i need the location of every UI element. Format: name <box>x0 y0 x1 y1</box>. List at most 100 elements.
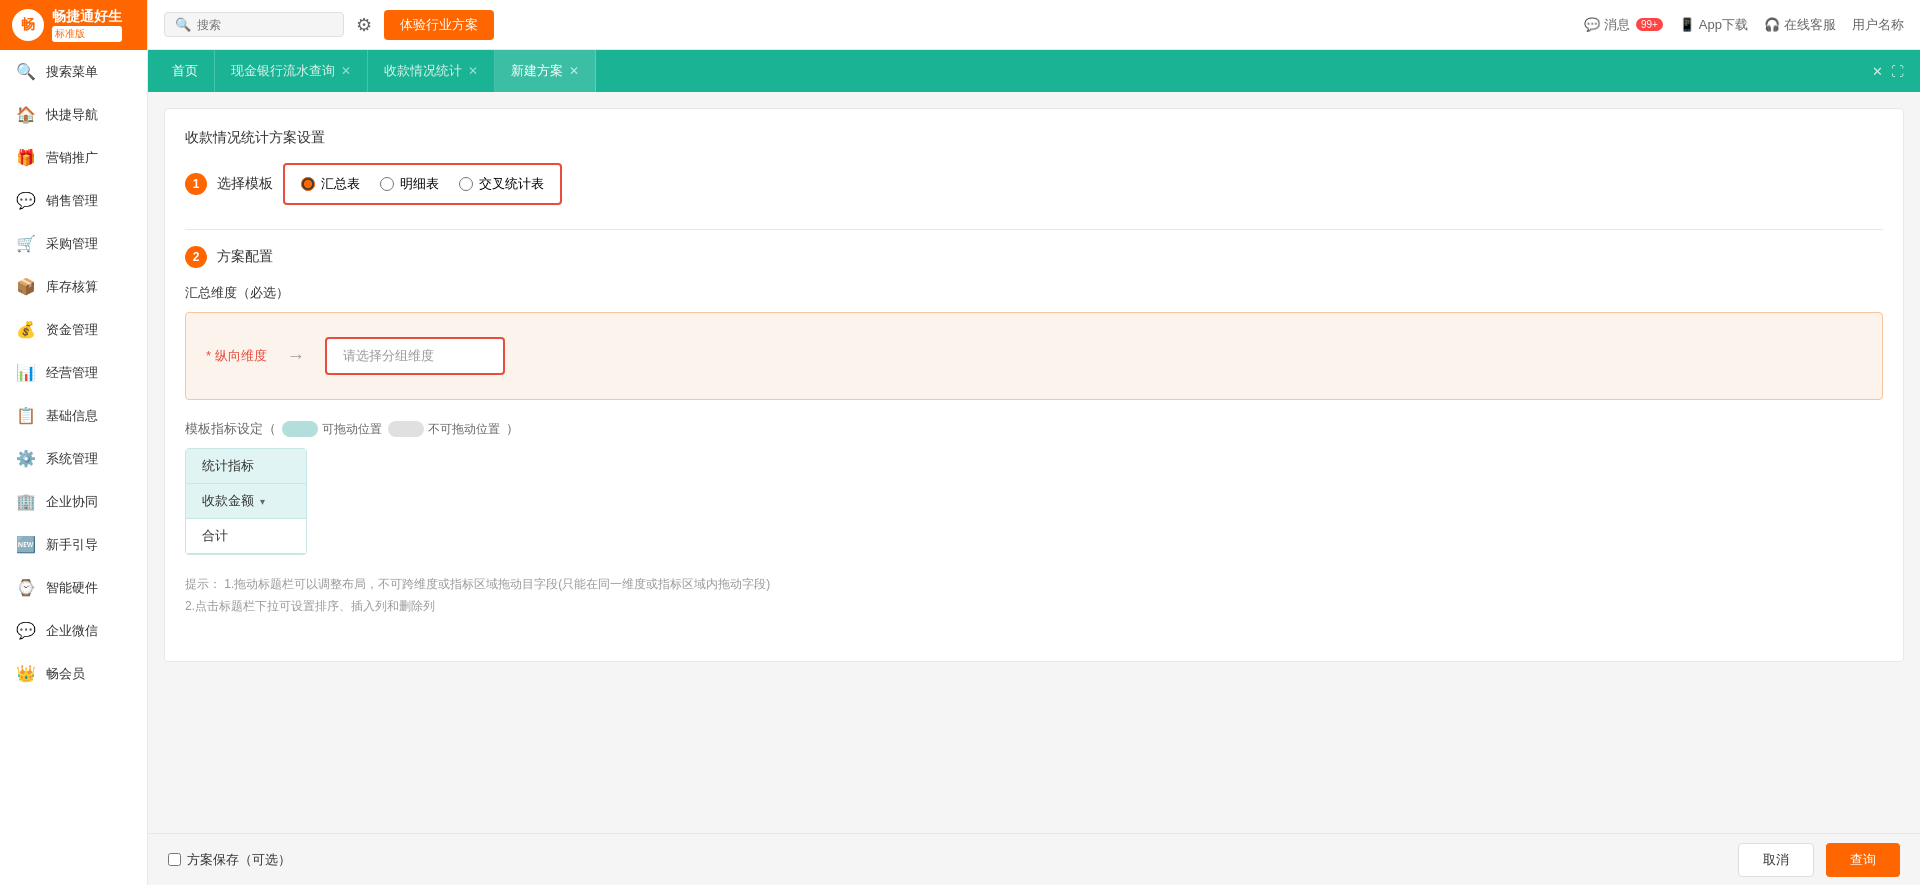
sidebar-label-system: 系统管理 <box>46 450 98 468</box>
sidebar-item-basic-info[interactable]: 📋 基础信息 <box>0 394 147 437</box>
dimension-select-box[interactable]: 请选择分组维度 <box>325 337 505 375</box>
app-download-label: App下载 <box>1699 16 1748 34</box>
search-input[interactable] <box>197 18 317 32</box>
window-maximize-icon[interactable]: ⛶ <box>1891 64 1904 79</box>
metrics-cell-amount[interactable]: 收款金额 ▾ <box>186 484 306 518</box>
gift-icon: 🎁 <box>16 148 36 167</box>
content-card: 收款情况统计方案设置 1 选择模板 汇总表 明细表 <box>164 108 1904 662</box>
save-checkbox[interactable] <box>168 853 181 866</box>
service-icon: 🎧 <box>1764 17 1780 32</box>
radio-detail-label: 明细表 <box>400 175 439 193</box>
sidebar-item-search-menu[interactable]: 🔍 搜索菜单 <box>0 50 147 93</box>
step2-section: 2 方案配置 汇总维度（必选） * 纵向维度 → 请选择分组维度 模板指标设定（… <box>185 246 1883 617</box>
metrics-table: 统计指标 收款金额 ▾ 合计 <box>185 448 307 555</box>
sidebar-label-sales: 销售管理 <box>46 192 98 210</box>
page-title: 收款情况统计方案设置 <box>185 129 1883 147</box>
radio-summary[interactable]: 汇总表 <box>301 175 360 193</box>
tab-receipt-stat-label: 收款情况统计 <box>384 62 462 80</box>
new-icon: 🆕 <box>16 535 36 554</box>
tab-home[interactable]: 首页 <box>156 50 215 92</box>
template-select-area: 汇总表 明细表 交叉统计表 <box>283 163 562 205</box>
settings-icon[interactable]: ⚙ <box>356 14 372 36</box>
sidebar: 畅 畅捷通好生 标准版 🔍 搜索菜单 🏠 快捷导航 🎁 营销推广 💬 销售管理 … <box>0 0 148 885</box>
sidebar-label-coop: 企业协同 <box>46 493 98 511</box>
money-icon: 💰 <box>16 320 36 339</box>
cart-icon: 🛒 <box>16 234 36 253</box>
tab-bank-flow-close[interactable]: ✕ <box>341 64 351 78</box>
tab-home-label: 首页 <box>172 62 198 80</box>
sidebar-label-guide: 新手引导 <box>46 536 98 554</box>
cancel-button[interactable]: 取消 <box>1738 843 1814 877</box>
list-icon: 📋 <box>16 406 36 425</box>
user-info[interactable]: 用户名称 <box>1852 16 1904 34</box>
toggle-fixed <box>388 421 424 437</box>
metrics-legend-row: 模板指标设定（ 可拖动位置 不可拖动位置 ） <box>185 420 1883 438</box>
window-close-icon[interactable]: ✕ <box>1872 64 1883 79</box>
home-icon: 🏠 <box>16 105 36 124</box>
header-search-box[interactable]: 🔍 <box>164 12 344 37</box>
divider-1 <box>185 229 1883 230</box>
search-icon: 🔍 <box>16 62 36 81</box>
sidebar-item-inventory[interactable]: 📦 库存核算 <box>0 265 147 308</box>
logo-icon: 畅 <box>12 9 44 41</box>
sidebar-item-operations[interactable]: 📊 经营管理 <box>0 351 147 394</box>
sidebar-label-purchase: 采购管理 <box>46 235 98 253</box>
tab-receipt-stat[interactable]: 收款情况统计 ✕ <box>368 50 495 92</box>
sidebar-item-purchase[interactable]: 🛒 采购管理 <box>0 222 147 265</box>
query-button[interactable]: 查询 <box>1826 843 1900 877</box>
sidebar-item-quick-nav[interactable]: 🏠 快捷导航 <box>0 93 147 136</box>
sidebar-item-wechat[interactable]: 💬 企业微信 <box>0 609 147 652</box>
app-download-action[interactable]: 📱 App下载 <box>1679 16 1748 34</box>
radio-crosstab[interactable]: 交叉统计表 <box>459 175 544 193</box>
sidebar-item-smart-hw[interactable]: ⌚ 智能硬件 <box>0 566 147 609</box>
metrics-label: 模板指标设定（ <box>185 420 276 438</box>
trial-button[interactable]: 体验行业方案 <box>384 10 494 40</box>
footer-bar: 方案保存（可选） 取消 查询 <box>148 833 1920 885</box>
sidebar-label-basic: 基础信息 <box>46 407 98 425</box>
logo-text: 畅捷通好生 <box>52 8 122 26</box>
sidebar-label-capital: 资金管理 <box>46 321 98 339</box>
sidebar-item-system[interactable]: ⚙️ 系统管理 <box>0 437 147 480</box>
sidebar-item-member[interactable]: 👑 畅会员 <box>0 652 147 695</box>
chat-icon: 💬 <box>16 191 36 210</box>
sidebar-item-guide[interactable]: 🆕 新手引导 <box>0 523 147 566</box>
sidebar-label-nav: 快捷导航 <box>46 106 98 124</box>
toggle-draggable <box>282 421 318 437</box>
step1-title: 选择模板 <box>217 175 273 193</box>
footer-buttons: 取消 查询 <box>1738 843 1900 877</box>
chevron-down-icon[interactable]: ▾ <box>260 496 265 507</box>
legend-draggable-label: 可拖动位置 <box>322 421 382 438</box>
watch-icon: ⌚ <box>16 578 36 597</box>
radio-detail-input[interactable] <box>380 177 394 191</box>
sidebar-item-capital[interactable]: 💰 资金管理 <box>0 308 147 351</box>
message-label: 消息 <box>1604 16 1630 34</box>
window-buttons: ✕ ⛶ <box>1872 64 1912 79</box>
arrow-icon: → <box>287 346 305 367</box>
template-radio-group: 汇总表 明细表 交叉统计表 <box>301 175 544 193</box>
tab-new-plan-close[interactable]: ✕ <box>569 64 579 78</box>
sidebar-label-operations: 经营管理 <box>46 364 98 382</box>
step1-header: 1 选择模板 汇总表 明细表 交叉统计 <box>185 163 1883 205</box>
dimension-area: * 纵向维度 → 请选择分组维度 <box>185 312 1883 400</box>
metrics-amount-label: 收款金额 <box>202 492 254 510</box>
metrics-row-amount: 收款金额 ▾ <box>186 484 306 519</box>
save-checkbox-label: 方案保存（可选） <box>187 851 291 869</box>
tab-new-plan[interactable]: 新建方案 ✕ <box>495 50 596 92</box>
online-service-label: 在线客服 <box>1784 16 1836 34</box>
online-service-action[interactable]: 🎧 在线客服 <box>1764 16 1836 34</box>
sidebar-item-sales[interactable]: 💬 销售管理 <box>0 179 147 222</box>
tab-new-plan-label: 新建方案 <box>511 62 563 80</box>
sidebar-item-enterprise-coop[interactable]: 🏢 企业协同 <box>0 480 147 523</box>
sidebar-item-marketing[interactable]: 🎁 营销推广 <box>0 136 147 179</box>
radio-detail[interactable]: 明细表 <box>380 175 439 193</box>
tab-receipt-stat-close[interactable]: ✕ <box>468 64 478 78</box>
message-action[interactable]: 💬 消息 99+ <box>1584 16 1663 34</box>
tab-bank-flow[interactable]: 现金银行流水查询 ✕ <box>215 50 368 92</box>
step1-badge: 1 <box>185 173 207 195</box>
chart-icon: 📊 <box>16 363 36 382</box>
radio-summary-input[interactable] <box>301 177 315 191</box>
radio-crosstab-input[interactable] <box>459 177 473 191</box>
logo-badge: 标准版 <box>52 26 122 42</box>
message-badge: 99+ <box>1636 18 1663 31</box>
legend-fixed-label: 不可拖动位置 <box>428 421 500 438</box>
